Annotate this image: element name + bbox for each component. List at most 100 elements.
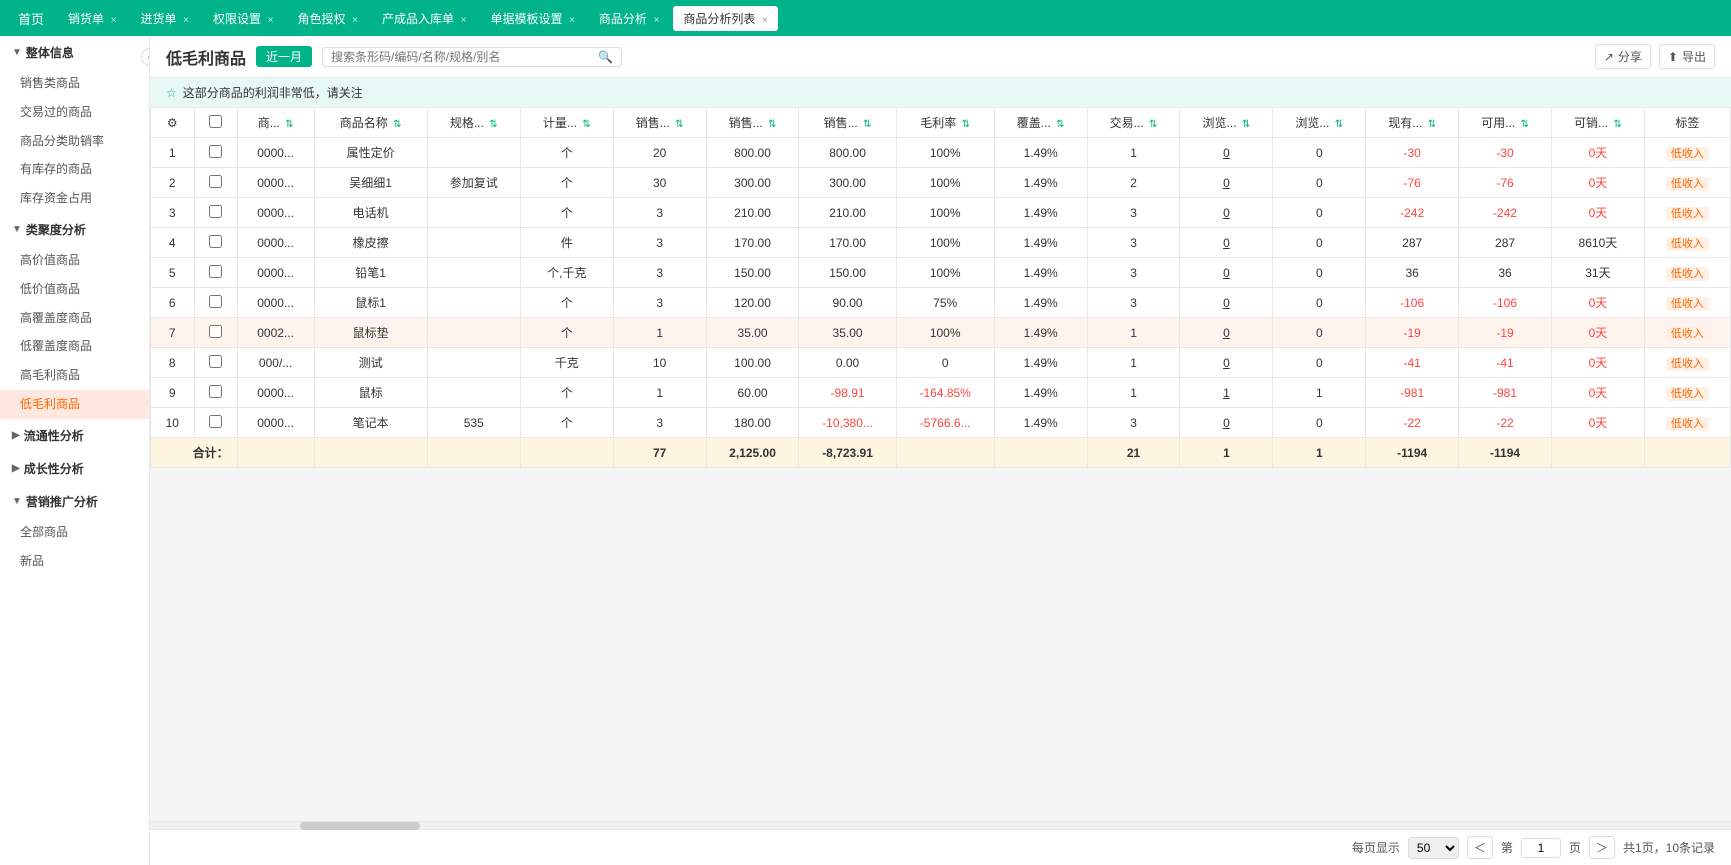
- row-checkbox[interactable]: [209, 145, 222, 158]
- cell-name: 橡皮擦: [314, 228, 427, 258]
- sidebar-section-cluster[interactable]: ▼ 类聚度分析: [0, 213, 149, 246]
- cell-view1[interactable]: 0: [1180, 348, 1273, 378]
- cell-check[interactable]: [194, 138, 237, 168]
- cell-view1[interactable]: 0: [1180, 168, 1273, 198]
- nav-purchase-order[interactable]: 进货单 ×: [131, 6, 199, 31]
- sidebar-item-all-products[interactable]: 全部商品: [0, 518, 149, 547]
- nav-home[interactable]: 首页: [8, 5, 54, 32]
- row-checkbox[interactable]: [209, 325, 222, 338]
- sidebar-item-sales-products[interactable]: 销售类商品: [0, 69, 149, 98]
- nav-close-purchase-order[interactable]: ×: [183, 15, 189, 26]
- th-gross-margin[interactable]: 毛利率 ⇅: [896, 108, 994, 138]
- cell-check[interactable]: [194, 408, 237, 438]
- cell-check[interactable]: [194, 168, 237, 198]
- nav-close-role-auth[interactable]: ×: [352, 15, 358, 26]
- nav-close-template-settings[interactable]: ×: [569, 15, 575, 26]
- th-tag[interactable]: 标签: [1644, 108, 1730, 138]
- nav-role-auth[interactable]: 角色授权 ×: [287, 6, 367, 31]
- cell-check[interactable]: [194, 318, 237, 348]
- th-name[interactable]: 商品名称 ⇅: [314, 108, 427, 138]
- th-available-stock[interactable]: 可用... ⇅: [1459, 108, 1552, 138]
- cell-current-stock: -106: [1366, 288, 1459, 318]
- cell-view1[interactable]: 0: [1180, 198, 1273, 228]
- row-checkbox[interactable]: [209, 385, 222, 398]
- th-sales-profit[interactable]: 销售... ⇅: [799, 108, 896, 138]
- nav-product-analysis[interactable]: 商品分析 ×: [589, 6, 669, 31]
- cell-sales-amount: 120.00: [706, 288, 799, 318]
- row-checkbox[interactable]: [209, 355, 222, 368]
- search-icon[interactable]: 🔍: [598, 50, 613, 64]
- cell-check[interactable]: [194, 288, 237, 318]
- export-button[interactable]: ⬆ 导出: [1659, 44, 1715, 69]
- sidebar-item-high-value[interactable]: 高价值商品: [0, 246, 149, 275]
- sidebar-item-stocked-products[interactable]: 有库存的商品: [0, 155, 149, 184]
- scrollbar-thumb[interactable]: [300, 822, 420, 830]
- sidebar-item-category-assist[interactable]: 商品分类助销率: [0, 127, 149, 156]
- sidebar-item-low-value[interactable]: 低价值商品: [0, 275, 149, 304]
- nav-product-entry[interactable]: 产成品入库单 ×: [372, 6, 476, 31]
- sidebar-section-circulation[interactable]: ▶ 流通性分析: [0, 419, 149, 452]
- th-view2[interactable]: 浏览... ⇅: [1273, 108, 1366, 138]
- nav-close-product-analysis[interactable]: ×: [654, 15, 660, 26]
- sidebar-item-high-margin[interactable]: 高毛利商品: [0, 361, 149, 390]
- current-page-input[interactable]: [1521, 838, 1561, 858]
- cell-view1[interactable]: 0: [1180, 228, 1273, 258]
- search-input[interactable]: [331, 50, 598, 64]
- sidebar-item-low-coverage[interactable]: 低覆盖度商品: [0, 332, 149, 361]
- cell-view1[interactable]: 0: [1180, 408, 1273, 438]
- table-row: 2 0000... 吴细细1 参加复试 个 30 300.00 300.00 1…: [151, 168, 1731, 198]
- th-current-stock[interactable]: 现有... ⇅: [1366, 108, 1459, 138]
- cell-view1[interactable]: 0: [1180, 288, 1273, 318]
- nav-product-analysis-list[interactable]: 商品分析列表 ×: [673, 6, 777, 31]
- nav-close-permissions[interactable]: ×: [268, 15, 274, 26]
- page-size-select[interactable]: 50 100 200: [1408, 837, 1459, 859]
- nav-sales-order[interactable]: 销货单 ×: [58, 6, 126, 31]
- sidebar-section-overall[interactable]: ▼ 整体信息: [0, 36, 149, 69]
- th-view1[interactable]: 浏览... ⇅: [1180, 108, 1273, 138]
- sidebar-item-traded-products[interactable]: 交易过的商品: [0, 98, 149, 127]
- cell-check[interactable]: [194, 228, 237, 258]
- nav-template-settings[interactable]: 单据模板设置 ×: [480, 6, 584, 31]
- row-checkbox[interactable]: [209, 175, 222, 188]
- share-button[interactable]: ↗ 分享: [1595, 44, 1651, 69]
- cell-check[interactable]: [194, 258, 237, 288]
- row-checkbox[interactable]: [209, 205, 222, 218]
- th-saleable-days[interactable]: 可销... ⇅: [1551, 108, 1644, 138]
- time-filter-button[interactable]: 近一月: [256, 46, 312, 67]
- prev-page-button[interactable]: ＜: [1467, 836, 1493, 859]
- nav-close-product-analysis-list[interactable]: ×: [762, 15, 768, 26]
- th-sales-qty[interactable]: 销售... ⇅: [613, 108, 706, 138]
- cell-check[interactable]: [194, 348, 237, 378]
- th-checkbox[interactable]: [194, 108, 237, 138]
- cell-view1[interactable]: 0: [1180, 258, 1273, 288]
- table-container[interactable]: ⚙ 商... ⇅ 商品名称 ⇅ 规格... ⇅ 计量... ⇅ 销售... ⇅ …: [150, 107, 1731, 821]
- th-spec[interactable]: 规格... ⇅: [427, 108, 520, 138]
- cell-view1[interactable]: 0: [1180, 138, 1273, 168]
- th-code[interactable]: 商... ⇅: [237, 108, 314, 138]
- horizontal-scrollbar[interactable]: [150, 821, 1731, 829]
- next-page-button[interactable]: ＞: [1589, 836, 1615, 859]
- cell-view1[interactable]: 0: [1180, 318, 1273, 348]
- sidebar-item-stock-capital[interactable]: 库存资金占用: [0, 184, 149, 213]
- row-checkbox[interactable]: [209, 235, 222, 248]
- sidebar-item-low-margin[interactable]: 低毛利商品: [0, 390, 149, 419]
- sidebar-item-new-products[interactable]: 新品: [0, 547, 149, 576]
- row-checkbox[interactable]: [209, 415, 222, 428]
- th-unit[interactable]: 计量... ⇅: [520, 108, 613, 138]
- row-checkbox[interactable]: [209, 265, 222, 278]
- sidebar-section-growth[interactable]: ▶ 成长性分析: [0, 452, 149, 485]
- th-trade-count[interactable]: 交易... ⇅: [1087, 108, 1180, 138]
- th-coverage[interactable]: 覆盖... ⇅: [994, 108, 1087, 138]
- select-all-checkbox[interactable]: [209, 115, 222, 128]
- cell-check[interactable]: [194, 378, 237, 408]
- row-checkbox[interactable]: [209, 295, 222, 308]
- nav-permissions[interactable]: 权限设置 ×: [203, 6, 283, 31]
- cell-view1[interactable]: 1: [1180, 378, 1273, 408]
- sidebar-item-high-coverage[interactable]: 高覆盖度商品: [0, 304, 149, 333]
- sidebar-section-marketing[interactable]: ▼ 营销推广分析: [0, 485, 149, 518]
- nav-close-product-entry[interactable]: ×: [461, 15, 467, 26]
- th-sales-amount[interactable]: 销售... ⇅: [706, 108, 799, 138]
- nav-close-sales-order[interactable]: ×: [111, 15, 117, 26]
- cell-check[interactable]: [194, 198, 237, 228]
- th-settings[interactable]: ⚙: [151, 108, 195, 138]
